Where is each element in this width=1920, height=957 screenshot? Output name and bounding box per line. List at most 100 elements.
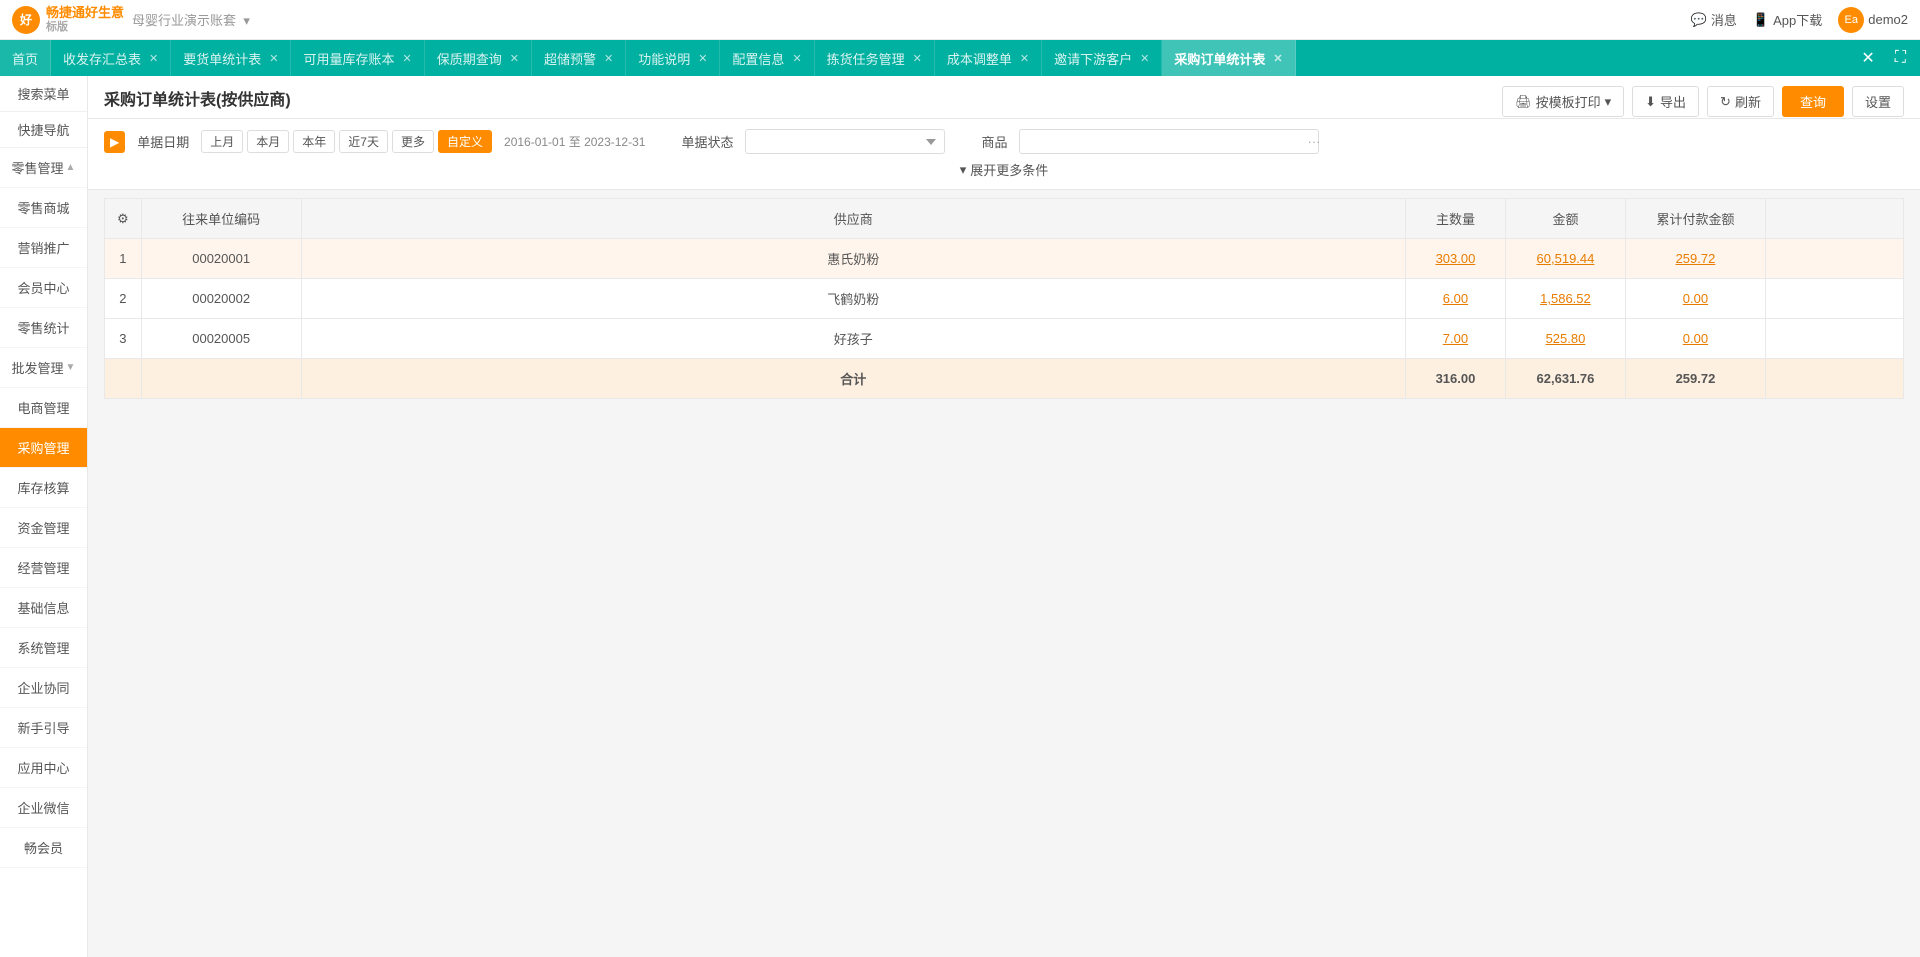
- sidebar-item-marketing[interactable]: 营销推广: [0, 228, 87, 268]
- row-3-qty[interactable]: 7.00: [1405, 319, 1505, 359]
- sidebar: 搜索菜单 快捷导航 零售管理 ▲ 零售商城 营销推广 会员中心 零售统计 批发管…: [0, 76, 88, 957]
- sidebar-item-inventory[interactable]: 库存核算: [0, 468, 87, 508]
- sidebar-item-purchase[interactable]: 采购管理: [0, 428, 87, 468]
- close-tab-keyongliang[interactable]: ✕: [403, 52, 412, 65]
- date-quick-buttons: 上月 本月 本年 近7天 更多 自定义: [201, 130, 492, 153]
- row-3-extra: [1765, 319, 1903, 359]
- table-row: 1 00020001 惠氏奶粉 303.00 60,519.44 259.72: [105, 239, 1904, 279]
- maximize-button[interactable]: ⛶: [1889, 47, 1912, 69]
- workspace-label: 母婴行业演示账套 ▾: [132, 10, 250, 29]
- row-2-supplier: 飞鹤奶粉: [301, 279, 1405, 319]
- user-menu[interactable]: Ea demo2: [1838, 7, 1908, 33]
- workspace-dropdown-icon[interactable]: ▾: [243, 13, 250, 28]
- close-tab-chaochu[interactable]: ✕: [604, 52, 613, 65]
- status-label: 单据状态: [681, 132, 733, 151]
- sidebar-item-member-center[interactable]: 会员中心: [0, 268, 87, 308]
- export-button[interactable]: ⬇ 导出: [1632, 86, 1699, 117]
- sidebar-item-wholesale[interactable]: 批发管理 ▼: [0, 348, 87, 388]
- close-tab-shoufa[interactable]: ✕: [149, 52, 158, 65]
- tab-home[interactable]: 首页: [0, 40, 51, 76]
- sidebar-item-system[interactable]: 系统管理: [0, 628, 87, 668]
- sidebar-item-member[interactable]: 畅会员: [0, 828, 87, 868]
- sidebar-item-app-center[interactable]: 应用中心: [0, 748, 87, 788]
- search-menu-section[interactable]: 搜索菜单: [0, 76, 87, 112]
- close-tab-peizhi[interactable]: ✕: [792, 52, 801, 65]
- query-button[interactable]: 查询: [1782, 86, 1844, 117]
- avatar: Ea: [1838, 7, 1864, 33]
- close-tab-yaohuo[interactable]: ✕: [269, 52, 278, 65]
- sidebar-item-operations[interactable]: 经营管理: [0, 548, 87, 588]
- row-1-paid[interactable]: 259.72: [1625, 239, 1765, 279]
- expand-arrow-icon: ▾: [960, 162, 967, 178]
- sidebar-item-basic-info[interactable]: 基础信息: [0, 588, 87, 628]
- row-1-qty[interactable]: 303.00: [1405, 239, 1505, 279]
- close-tab-caigou[interactable]: ✕: [1273, 52, 1282, 65]
- expand-more-btn[interactable]: ▾ 展开更多条件: [960, 160, 1049, 179]
- top-bar-left: 好 畅捷通好生意 标版 母婴行业演示账套 ▾: [12, 5, 250, 34]
- tab-jianhuo[interactable]: 拣货任务管理 ✕: [815, 40, 935, 76]
- row-2-qty[interactable]: 6.00: [1405, 279, 1505, 319]
- close-tab-baozhi[interactable]: ✕: [510, 52, 519, 65]
- sidebar-item-newbie[interactable]: 新手引导: [0, 708, 87, 748]
- footer-qty: 316.00: [1405, 359, 1505, 399]
- tab-keyongliang[interactable]: 可用量库存账本 ✕: [291, 40, 424, 76]
- print-button[interactable]: 🖨 按模板打印 ▾: [1502, 86, 1624, 117]
- page-header: 采购订单统计表(按供应商) 🖨 按模板打印 ▾ ⬇ 导出 ↻ 刷新 查询: [88, 76, 1920, 119]
- date-label: 单据日期: [137, 132, 189, 151]
- sidebar-item-retail-shop[interactable]: 零售商城: [0, 188, 87, 228]
- last-month-btn[interactable]: 上月: [201, 130, 243, 153]
- tab-chaochu[interactable]: 超储预警 ✕: [532, 40, 626, 76]
- more-date-btn[interactable]: 更多: [392, 130, 434, 153]
- filter-toggle-button[interactable]: ▶: [104, 131, 125, 153]
- phone-icon: 📱: [1753, 12, 1769, 28]
- tab-caigou[interactable]: 采购订单统计表 ✕: [1162, 40, 1295, 76]
- tab-shoufa[interactable]: 收发存汇总表 ✕: [51, 40, 171, 76]
- row-1-no: 1: [105, 239, 142, 279]
- tab-chengben[interactable]: 成本调整单 ✕: [935, 40, 1042, 76]
- row-3-amount[interactable]: 525.80: [1505, 319, 1625, 359]
- col-header-paid: 累计付款金额: [1625, 199, 1765, 239]
- col-header-qty: 主数量: [1405, 199, 1505, 239]
- row-2-paid[interactable]: 0.00: [1625, 279, 1765, 319]
- close-tab-jianhuo[interactable]: ✕: [913, 52, 922, 65]
- expand-toggle-row: ▾ 展开更多条件: [104, 160, 1904, 179]
- footer-empty-2: [141, 359, 301, 399]
- goods-label: 商品: [981, 132, 1007, 151]
- close-tab-gongneng[interactable]: ✕: [698, 52, 707, 65]
- row-1-amount[interactable]: 60,519.44: [1505, 239, 1625, 279]
- last-7-days-btn[interactable]: 近7天: [339, 130, 388, 153]
- sidebar-item-retail-mgmt[interactable]: 零售管理 ▲: [0, 148, 87, 188]
- settings-button[interactable]: 设置: [1852, 86, 1904, 117]
- tab-yaoqing[interactable]: 邀请下游客户 ✕: [1042, 40, 1162, 76]
- col-header-empty: [1765, 199, 1903, 239]
- close-tab-yaoqing[interactable]: ✕: [1140, 52, 1149, 65]
- row-2-amount[interactable]: 1,586.52: [1505, 279, 1625, 319]
- settings-gear-icon[interactable]: ⚙: [117, 211, 129, 226]
- this-month-btn[interactable]: 本月: [247, 130, 289, 153]
- refresh-button[interactable]: ↻ 刷新: [1707, 86, 1774, 117]
- tab-peizhi[interactable]: 配置信息 ✕: [720, 40, 814, 76]
- tab-baozhi[interactable]: 保质期查询 ✕: [425, 40, 532, 76]
- this-year-btn[interactable]: 本年: [293, 130, 335, 153]
- goods-input[interactable]: [1019, 129, 1319, 154]
- sidebar-item-finance[interactable]: 资金管理: [0, 508, 87, 548]
- row-1-code: 00020001: [141, 239, 301, 279]
- custom-date-btn[interactable]: 自定义: [438, 130, 492, 153]
- col-header-amount: 金额: [1505, 199, 1625, 239]
- messages-button[interactable]: 💬 消息: [1691, 10, 1737, 29]
- status-select[interactable]: [745, 129, 945, 154]
- sidebar-item-retail-stats[interactable]: 零售统计: [0, 308, 87, 348]
- app-download-button[interactable]: 📱 App下载: [1753, 10, 1822, 29]
- quick-nav-section[interactable]: 快捷导航: [0, 112, 87, 148]
- sidebar-item-enterprise[interactable]: 企业协同: [0, 668, 87, 708]
- sidebar-item-enterprise-wechat[interactable]: 企业微信: [0, 788, 87, 828]
- tab-gongneng[interactable]: 功能说明 ✕: [626, 40, 720, 76]
- goods-more-icon[interactable]: ···: [1307, 134, 1320, 149]
- close-all-tabs-button[interactable]: ✕: [1855, 46, 1880, 70]
- tab-yaohuo[interactable]: 要货单统计表 ✕: [171, 40, 291, 76]
- sidebar-item-ecommerce[interactable]: 电商管理: [0, 388, 87, 428]
- close-tab-chengben[interactable]: ✕: [1020, 52, 1029, 65]
- print-dropdown-arrow[interactable]: ▾: [1605, 94, 1612, 110]
- row-3-paid[interactable]: 0.00: [1625, 319, 1765, 359]
- row-1-extra: [1765, 239, 1903, 279]
